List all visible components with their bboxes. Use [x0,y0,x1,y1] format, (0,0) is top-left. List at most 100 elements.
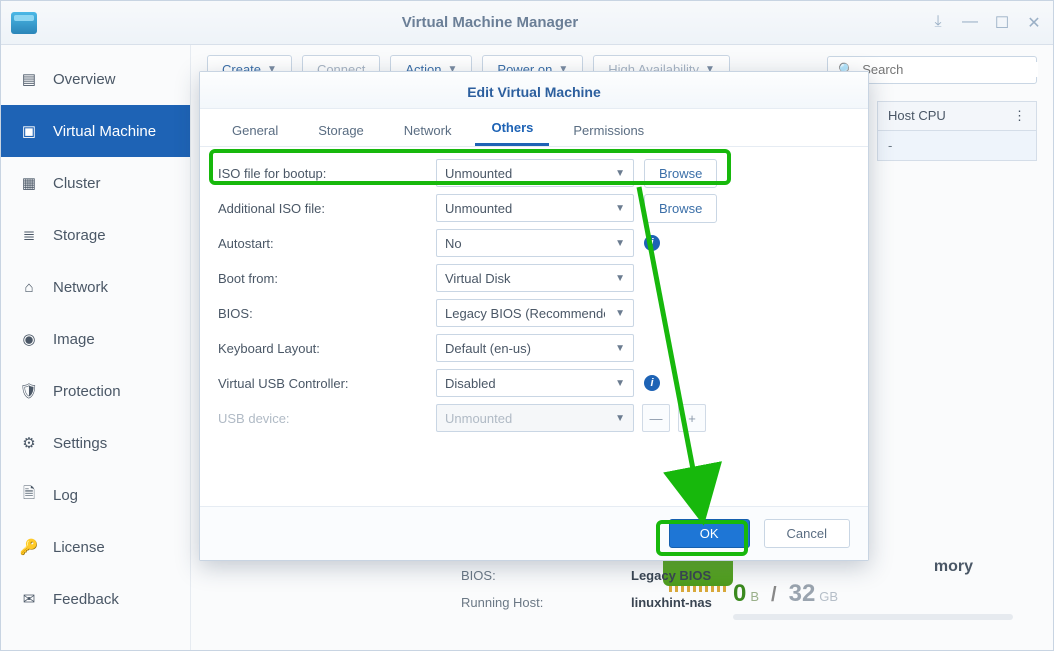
iso-bootup-browse-button[interactable]: Browse [644,159,717,188]
overview-icon: ▤ [19,69,39,89]
network-icon: ⌂ [19,277,39,297]
mem-total: 32 [789,580,816,608]
search-input[interactable] [862,62,1038,77]
chevron-down-icon: ▼ [615,238,625,249]
sidebar-item-label: License [53,539,105,556]
usb-device-label: USB device: [212,411,436,426]
sidebar-item-cluster[interactable]: ▦ Cluster [1,157,190,209]
boot-from-label: Boot from: [212,271,436,286]
app-icon [11,12,37,34]
sidebar-item-label: Overview [53,71,116,88]
iso-additional-browse-button[interactable]: Browse [644,194,717,223]
sidebar-item-license[interactable]: 🔑 License [1,521,190,573]
bios-value: Legacy BIOS [631,568,711,583]
boot-from-select[interactable]: Virtual Disk▼ [436,264,634,292]
sidebar-item-storage[interactable]: ≣ Storage [1,209,190,261]
log-icon: 🗎 [19,485,39,505]
close-icon[interactable]: ✕ [1025,13,1043,33]
row-usb-device: USB device: Unmounted▼ — + [212,401,856,435]
sidebar-item-label: Network [53,279,108,296]
mem-sep: / [771,584,777,607]
row-usb-controller: Virtual USB Controller: Disabled▼ i [212,366,856,400]
pin-icon[interactable]: ⤓ [929,13,947,33]
sidebar-item-image[interactable]: ◉ Image [1,313,190,365]
chevron-down-icon: ▼ [615,273,625,284]
keyboard-select[interactable]: Default (en-us)▼ [436,334,634,362]
host-cpu-panel: Host CPU ⋮ - [877,101,1037,161]
running-host-label: Running Host: [461,595,631,610]
menu-dots-icon[interactable]: ⋮ [1013,108,1026,124]
envelope-icon: ✉ [19,589,39,609]
vm-detail-rows: BIOS:Legacy BIOS Running Host:linuxhint-… [461,568,712,622]
tab-storage[interactable]: Storage [302,115,380,146]
sidebar-item-feedback[interactable]: ✉ Feedback [1,573,190,625]
tab-permissions[interactable]: Permissions [557,115,660,146]
sidebar-item-label: Virtual Machine [53,123,156,140]
running-host-value: linuxhint-nas [631,595,712,610]
sidebar: ▤ Overview ▣ Virtual Machine ▦ Cluster ≣… [1,45,191,650]
maximize-icon[interactable]: ☐ [993,13,1011,33]
add-usb-button: + [678,404,706,432]
autostart-select[interactable]: No▼ [436,229,634,257]
row-boot-from: Boot from: Virtual Disk▼ [212,261,856,295]
modal-body: ISO file for bootup: Unmounted▼ Browse A… [200,147,868,506]
gear-icon: ⚙ [19,433,39,453]
sidebar-item-label: Log [53,487,78,504]
protection-icon: 🛡 [19,381,39,401]
key-icon: 🔑 [19,537,39,557]
row-keyboard: Keyboard Layout: Default (en-us)▼ [212,331,856,365]
image-icon: ◉ [19,329,39,349]
sidebar-item-overview[interactable]: ▤ Overview [1,53,190,105]
vm-icon: ▣ [19,121,39,141]
sidebar-item-settings[interactable]: ⚙ Settings [1,417,190,469]
row-autostart: Autostart: No▼ i [212,226,856,260]
sidebar-item-label: Feedback [53,591,119,608]
row-iso-additional: Additional ISO file: Unmounted▼ Browse [212,191,856,225]
tab-general[interactable]: General [216,115,294,146]
bios-select[interactable]: Legacy BIOS (Recommended)▼ [436,299,634,327]
iso-bootup-select[interactable]: Unmounted▼ [436,159,634,187]
sidebar-item-label: Storage [53,227,106,244]
sidebar-item-network[interactable]: ⌂ Network [1,261,190,313]
iso-additional-label: Additional ISO file: [212,201,436,216]
usb-device-select: Unmounted▼ [436,404,634,432]
row-iso-bootup: ISO file for bootup: Unmounted▼ Browse [212,156,856,190]
chevron-down-icon: ▼ [615,378,625,389]
sidebar-item-label: Image [53,331,95,348]
chevron-down-icon: ▼ [615,168,625,179]
sidebar-item-log[interactable]: 🗎 Log [1,469,190,521]
chevron-down-icon: ▼ [615,343,625,354]
memory-bar [733,614,1013,620]
host-cpu-header[interactable]: Host CPU ⋮ [877,101,1037,131]
ok-button[interactable]: OK [669,519,750,548]
sidebar-item-protection[interactable]: 🛡 Protection [1,365,190,417]
chevron-down-icon: ▼ [615,413,625,424]
sidebar-item-label: Cluster [53,175,101,192]
app-window: Virtual Machine Manager ⤓ — ☐ ✕ ▤ Overvi… [0,0,1054,651]
remove-usb-button: — [642,404,670,432]
autostart-label: Autostart: [212,236,436,251]
sidebar-item-virtual-machine[interactable]: ▣ Virtual Machine [1,105,190,157]
modal-footer: OK Cancel [200,506,868,560]
mem-used: 0 [733,580,746,608]
usb-controller-label: Virtual USB Controller: [212,376,436,391]
tab-others[interactable]: Others [475,112,549,146]
mem-total-unit: GB [819,589,838,604]
cancel-button[interactable]: Cancel [764,519,850,548]
bios-label: BIOS: [461,568,631,583]
usb-controller-select[interactable]: Disabled▼ [436,369,634,397]
info-icon[interactable]: i [644,235,660,251]
minimize-icon[interactable]: — [961,13,979,33]
window-title: Virtual Machine Manager [51,14,929,31]
modal-tabs: General Storage Network Others Permissio… [200,109,868,147]
sidebar-item-label: Protection [53,383,121,400]
titlebar: Virtual Machine Manager ⤓ — ☐ ✕ [1,1,1053,45]
tab-network[interactable]: Network [388,115,468,146]
info-icon[interactable]: i [644,375,660,391]
sidebar-item-label: Settings [53,435,107,452]
window-controls: ⤓ — ☐ ✕ [929,13,1043,33]
iso-additional-select[interactable]: Unmounted▼ [436,194,634,222]
modal-title: Edit Virtual Machine [200,72,868,109]
iso-bootup-label: ISO file for bootup: [212,166,436,181]
row-bios: BIOS: Legacy BIOS (Recommended)▼ [212,296,856,330]
